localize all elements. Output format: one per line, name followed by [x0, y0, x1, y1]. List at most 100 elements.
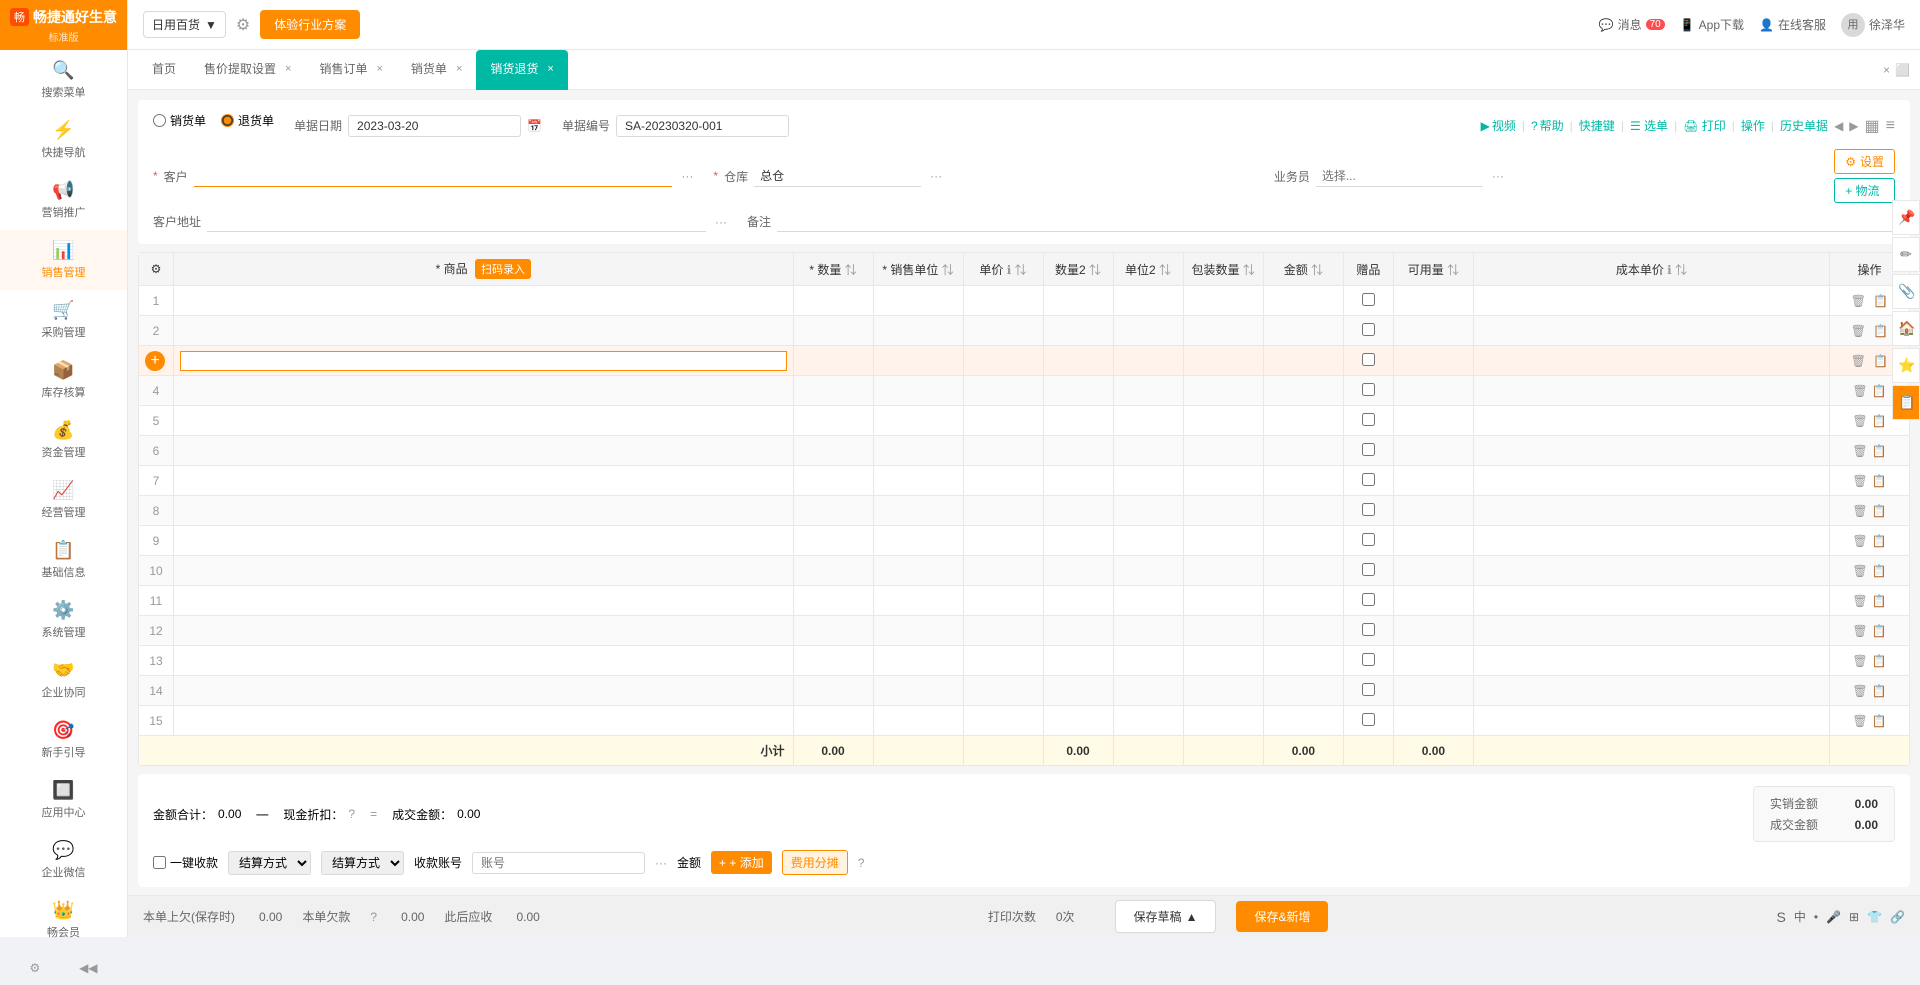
- status-icon-7[interactable]: 🔗: [1890, 910, 1905, 924]
- row-3-delete-icon[interactable]: 🗑: [1851, 354, 1866, 368]
- row-11-delete[interactable]: 🗑: [1852, 594, 1867, 608]
- row-5-gift-checkbox[interactable]: [1362, 413, 1375, 426]
- calendar-icon[interactable]: 📅: [527, 119, 542, 133]
- row-13-delete[interactable]: 🗑: [1852, 654, 1867, 668]
- warehouse-input[interactable]: [754, 166, 921, 187]
- row-3-qty[interactable]: [793, 346, 873, 376]
- row-1-price[interactable]: [963, 286, 1043, 316]
- row-2-available[interactable]: [1393, 316, 1473, 346]
- save-new-button[interactable]: 保存&新增: [1236, 901, 1328, 932]
- status-icon-6[interactable]: 👕: [1867, 910, 1882, 924]
- sidebar-item-system[interactable]: ⚙️ 系统管理: [0, 590, 127, 650]
- row-15-copy[interactable]: 📋: [1872, 714, 1887, 728]
- fee-split-button[interactable]: 费用分摊: [782, 850, 848, 875]
- row-1-gift-checkbox[interactable]: [1362, 293, 1375, 306]
- sidebar-item-enterprise[interactable]: 🤝 企业协同: [0, 650, 127, 710]
- row-3-available[interactable]: [1393, 346, 1473, 376]
- row-2-delete-icon[interactable]: 🗑: [1851, 324, 1866, 338]
- status-icon-3[interactable]: •: [1814, 910, 1818, 924]
- settings-gear-icon[interactable]: ⚙: [236, 15, 250, 35]
- next-doc-icon[interactable]: ▶: [1849, 119, 1858, 133]
- row-9-gift-checkbox[interactable]: [1362, 533, 1375, 546]
- status-icon-2[interactable]: 中: [1794, 908, 1806, 925]
- tab-sales-return[interactable]: 销货退货 ×: [476, 50, 567, 90]
- app-download-item[interactable]: 📱 App下载: [1680, 16, 1744, 33]
- row-2-product[interactable]: [174, 316, 794, 346]
- row-2-unit2[interactable]: [1113, 316, 1183, 346]
- row-1-available[interactable]: [1393, 286, 1473, 316]
- print-action[interactable]: 🖨 打印: [1683, 117, 1726, 134]
- float-icon-4[interactable]: 🏠: [1892, 311, 1920, 346]
- grid-view-icon[interactable]: ▦: [1865, 116, 1880, 136]
- warehouse-ellipsis[interactable]: ···: [930, 169, 942, 183]
- help-action[interactable]: ? 帮助: [1531, 117, 1564, 134]
- customer-ellipsis[interactable]: ···: [681, 169, 693, 183]
- row-14-copy[interactable]: 📋: [1872, 684, 1887, 698]
- row-7-gift-checkbox[interactable]: [1362, 473, 1375, 486]
- row-4-copy[interactable]: 📋: [1872, 384, 1887, 398]
- row-2-qty[interactable]: [793, 316, 873, 346]
- row-7-delete[interactable]: 🗑: [1852, 474, 1867, 488]
- address-ellipsis[interactable]: ···: [715, 215, 727, 229]
- row-3-product-input[interactable]: [180, 351, 787, 371]
- row-5-delete[interactable]: 🗑: [1852, 414, 1867, 428]
- row-1-cost-price[interactable]: [1473, 286, 1829, 316]
- row-11-gift-checkbox[interactable]: [1362, 593, 1375, 606]
- float-icon-2[interactable]: ✏: [1892, 237, 1920, 272]
- row-9-copy[interactable]: 📋: [1872, 534, 1887, 548]
- float-icon-5[interactable]: ⭐: [1892, 348, 1920, 383]
- online-service-item[interactable]: 👤 在线客服: [1759, 16, 1826, 33]
- prev-doc-icon[interactable]: ◀: [1834, 119, 1843, 133]
- th-unit-sort[interactable]: ⇅: [942, 263, 954, 277]
- row-2-amount[interactable]: [1263, 316, 1343, 346]
- row-1-copy-icon[interactable]: 📋: [1873, 294, 1888, 308]
- th-qty-sort[interactable]: ⇅: [845, 263, 857, 277]
- th-available-sort[interactable]: ⇅: [1447, 263, 1459, 277]
- row-1-product[interactable]: [174, 286, 794, 316]
- video-action[interactable]: ▶ 视频: [1481, 117, 1516, 134]
- hotkey-action[interactable]: 快捷键: [1579, 117, 1615, 134]
- row-6-gift-checkbox[interactable]: [1362, 443, 1375, 456]
- row-3-cost-price[interactable]: [1473, 346, 1829, 376]
- th-qty2-sort[interactable]: ⇅: [1089, 263, 1101, 277]
- tab-sales-delivery[interactable]: 销货单 ×: [397, 50, 476, 90]
- row-13-copy[interactable]: 📋: [1872, 654, 1887, 668]
- salesperson-ellipsis[interactable]: ···: [1492, 169, 1504, 183]
- sidebar-item-marketing[interactable]: 📢 营销推广: [0, 170, 127, 230]
- row-1-unit[interactable]: [873, 286, 963, 316]
- radio-sales[interactable]: 销货单: [153, 112, 206, 129]
- th-cost-price-sort[interactable]: ⇅: [1675, 263, 1687, 277]
- user-item[interactable]: 用 徐泽华: [1841, 13, 1905, 37]
- history-action[interactable]: 历史单据: [1780, 117, 1828, 134]
- row-1-delete-icon[interactable]: 🗑: [1851, 294, 1866, 308]
- sidebar-item-shortcut[interactable]: ⚡ 快捷导航: [0, 110, 127, 170]
- select-action[interactable]: ☰ 选单: [1630, 117, 1668, 134]
- row-10-delete[interactable]: 🗑: [1852, 564, 1867, 578]
- row-3-qty2[interactable]: [1043, 346, 1113, 376]
- row-4-delete[interactable]: 🗑: [1852, 384, 1867, 398]
- radio-return[interactable]: 退货单: [221, 112, 274, 129]
- message-item[interactable]: 💬 消息 70: [1599, 16, 1665, 33]
- sidebar-item-member[interactable]: 👑 畅会员: [0, 890, 127, 950]
- row-3-amount[interactable]: [1263, 346, 1343, 376]
- row-7-copy[interactable]: 📋: [1872, 474, 1887, 488]
- row-1-unit2[interactable]: [1113, 286, 1183, 316]
- row-8-delete[interactable]: 🗑: [1852, 504, 1867, 518]
- float-icon-1[interactable]: 📌: [1892, 200, 1920, 235]
- row-2-copy-icon[interactable]: 📋: [1873, 324, 1888, 338]
- sidebar-item-purchase[interactable]: 🛒 采购管理: [0, 290, 127, 350]
- th-amount-sort[interactable]: ⇅: [1311, 263, 1323, 277]
- row-3-price[interactable]: [963, 346, 1043, 376]
- row-10-copy[interactable]: 📋: [1872, 564, 1887, 578]
- status-icon-1[interactable]: S: [1777, 909, 1786, 925]
- row-3-pack-qty[interactable]: [1183, 346, 1263, 376]
- th-pack-qty-sort[interactable]: ⇅: [1243, 263, 1255, 277]
- row-14-delete[interactable]: 🗑: [1852, 684, 1867, 698]
- row-2-price[interactable]: [963, 316, 1043, 346]
- row-6-delete[interactable]: 🗑: [1852, 444, 1867, 458]
- row-8-gift-checkbox[interactable]: [1362, 503, 1375, 516]
- sidebar-item-appstore[interactable]: 🔲 应用中心: [0, 770, 127, 830]
- row-3-unit2[interactable]: [1113, 346, 1183, 376]
- status-icon-4[interactable]: 🎤: [1826, 910, 1841, 924]
- tab-sales-return-close[interactable]: ×: [547, 63, 553, 75]
